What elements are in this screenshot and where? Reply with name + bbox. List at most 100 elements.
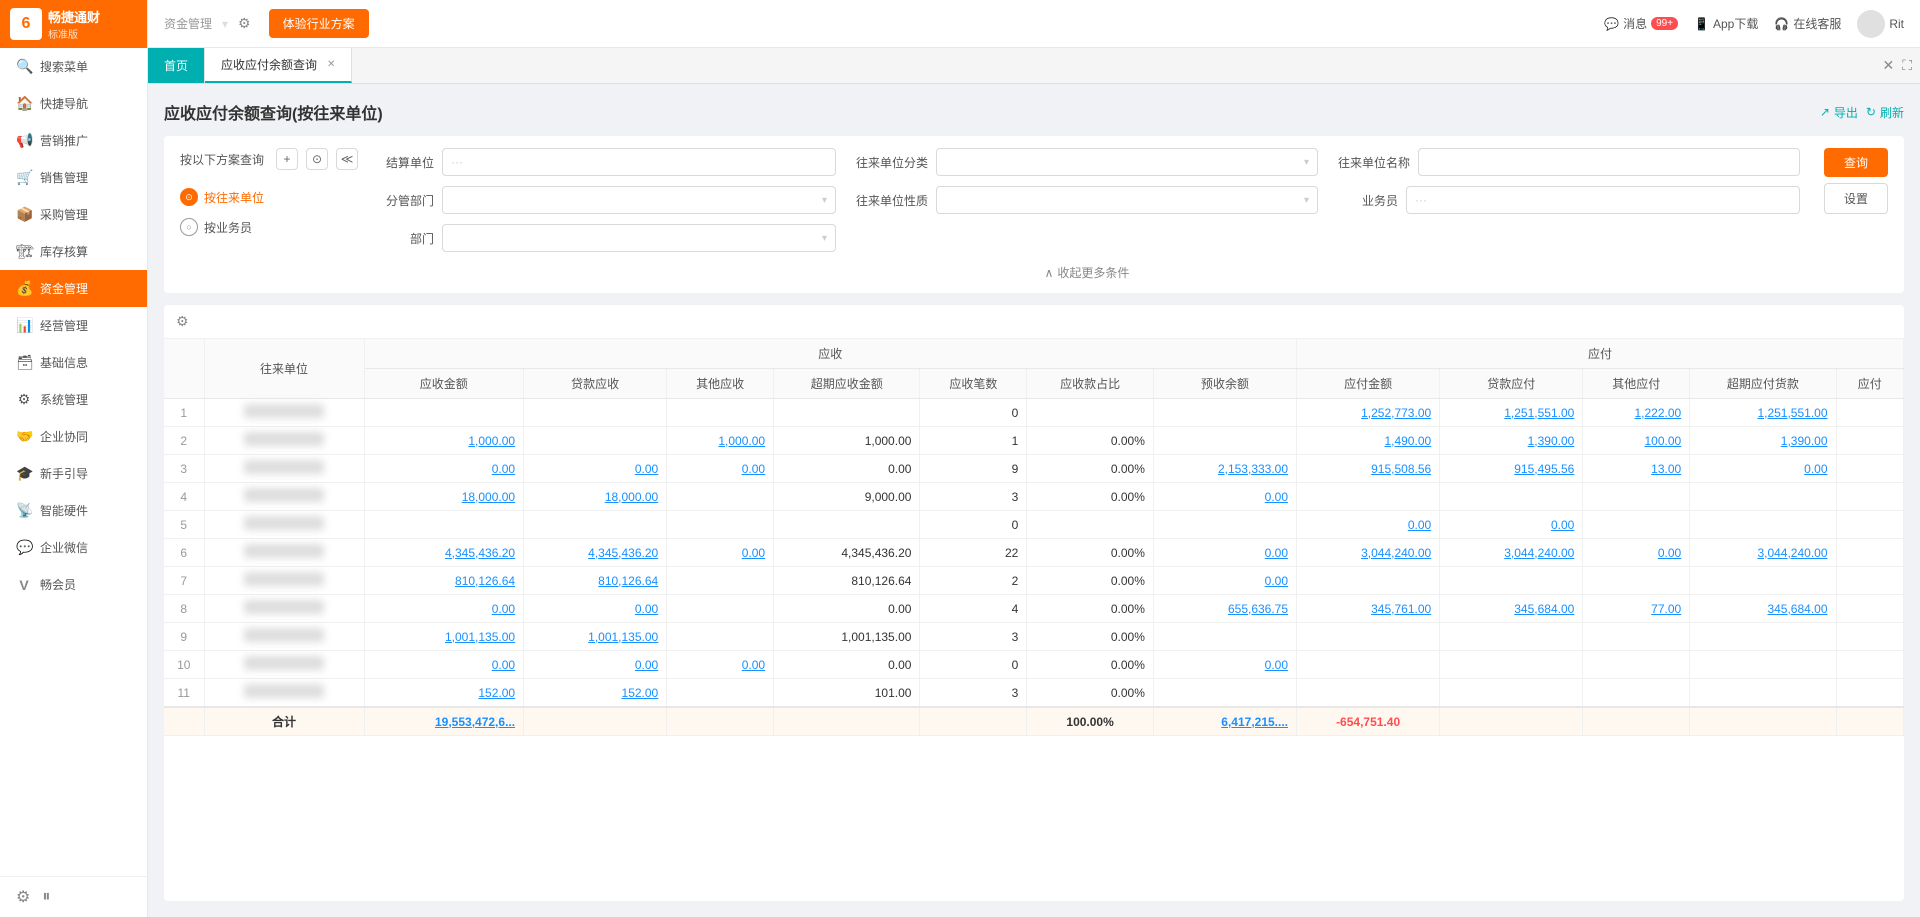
cell-ar[interactable]: 810,126.64 — [524, 567, 667, 595]
view-by-company-option[interactable]: ⊙ 按往来单位 — [180, 184, 358, 210]
cell-ap[interactable]: 915,508.56 — [1297, 455, 1440, 483]
export-button[interactable]: ↗ 导出 — [1820, 104, 1858, 121]
cell-ap[interactable]: 1,490.00 — [1297, 427, 1440, 455]
cell-ar[interactable]: 1,000.00 — [667, 427, 774, 455]
cell-ap[interactable]: 345,761.00 — [1297, 595, 1440, 623]
sidebar-item-guide[interactable]: 🎓 新手引导 — [0, 455, 147, 492]
sidebar-item-system[interactable]: ⚙ 系统管理 — [0, 381, 147, 418]
cell-ar[interactable]: 0.00 — [364, 595, 524, 623]
cell-ar[interactable]: 18,000.00 — [364, 483, 524, 511]
settlement-unit-input[interactable]: ··· — [442, 148, 836, 176]
settings-footer-icon[interactable]: ⚙ — [16, 887, 30, 907]
cell-ar[interactable]: 152.00 — [524, 679, 667, 708]
footer-ar-amount[interactable]: 19,553,472,6... — [364, 707, 524, 736]
cell-ap[interactable]: 0.00 — [1440, 511, 1583, 539]
cell-ar[interactable]: 0.00 — [524, 651, 667, 679]
cell-ap[interactable]: 1,390.00 — [1690, 427, 1836, 455]
cell-ap[interactable]: 345,684.00 — [1440, 595, 1583, 623]
sidebar-item-operations[interactable]: 📊 经营管理 — [0, 307, 147, 344]
cell-ap[interactable]: 345,684.00 — [1690, 595, 1836, 623]
sidebar-item-wechat[interactable]: 💬 企业微信 — [0, 529, 147, 566]
sidebar-item-marketing[interactable]: 📢 营销推广 — [0, 122, 147, 159]
tab-maximize-icon[interactable]: ⛶ — [1902, 57, 1912, 74]
cell-ar[interactable]: 0.00 — [524, 455, 667, 483]
salesperson-input[interactable]: ··· — [1406, 186, 1800, 214]
cell-ar[interactable]: 0.00 — [1153, 567, 1296, 595]
cell-ar[interactable]: 0.00 — [1153, 483, 1296, 511]
hardware-icon: 📡 — [16, 502, 32, 519]
cell-ar[interactable]: 0.00 — [667, 651, 774, 679]
cell-ar[interactable]: 1,001,135.00 — [364, 623, 524, 651]
sidebar-item-search[interactable]: 🔍 搜索菜单 — [0, 48, 147, 85]
company-nature-input[interactable]: ▾ — [936, 186, 1318, 214]
tab-close-window-icon[interactable]: ✕ — [1882, 57, 1894, 74]
cell-ar[interactable]: 0.00 — [364, 651, 524, 679]
cell-ap[interactable]: 1,222.00 — [1583, 399, 1690, 427]
cell-ap[interactable]: 0.00 — [1690, 455, 1836, 483]
cell-ar[interactable]: 810,126.64 — [364, 567, 524, 595]
query-button[interactable]: 查询 — [1824, 148, 1888, 177]
cell-ap[interactable]: 3,044,240.00 — [1297, 539, 1440, 567]
add-filter-button[interactable]: + — [276, 148, 298, 170]
cell-ap[interactable]: 0.00 — [1297, 511, 1440, 539]
sidebar-item-quicknav[interactable]: 🏠 快捷导航 — [0, 85, 147, 122]
cell-ar[interactable]: 18,000.00 — [524, 483, 667, 511]
tab-home[interactable]: 首页 — [148, 48, 205, 83]
topbar-gear-icon[interactable]: ⚙ — [238, 15, 251, 32]
collapse-more-btn[interactable]: ∧ 收起更多条件 — [1045, 264, 1130, 281]
filter-collapse-button[interactable]: ≪ — [336, 148, 358, 170]
cell-ap[interactable]: 77.00 — [1583, 595, 1690, 623]
company-category-input[interactable]: ▾ — [936, 148, 1318, 176]
sidebar-item-finance[interactable]: 💰 资金管理 — [0, 270, 147, 307]
cell-ap[interactable]: 3,044,240.00 — [1690, 539, 1836, 567]
sidebar-item-inventory[interactable]: 🏗 库存核算 — [0, 233, 147, 270]
sidebar-item-sales[interactable]: 🛒 销售管理 — [0, 159, 147, 196]
cell-ap[interactable]: 100.00 — [1583, 427, 1690, 455]
table-scroll-wrapper[interactable]: 往来单位 应收 应付 应收金额 贷款应收 其他应收 超期应收金额 应收笔数 应收… — [164, 339, 1904, 901]
view-by-staff-option[interactable]: ○ 按业务员 — [180, 214, 358, 240]
subdept-input[interactable]: ▾ — [442, 224, 836, 252]
solution-button[interactable]: 体验行业方案 — [269, 9, 369, 38]
cell-ar[interactable]: 0.00 — [1153, 651, 1296, 679]
cell-ar[interactable]: 1,001,135.00 — [524, 623, 667, 651]
cell-ar[interactable]: 655,636.75 — [1153, 595, 1296, 623]
cell-ar[interactable]: 1,000.00 — [364, 427, 524, 455]
collapse-btn-label: 收起更多条件 — [1057, 264, 1129, 281]
cell-ar[interactable]: 0.00 — [524, 595, 667, 623]
cell-ar[interactable]: 0.00 — [667, 455, 774, 483]
refresh-button[interactable]: ↻ 刷新 — [1866, 104, 1904, 121]
cell-ap[interactable]: 1,251,551.00 — [1440, 399, 1583, 427]
cell-ap[interactable]: 1,390.00 — [1440, 427, 1583, 455]
sidebar-item-hardware[interactable]: 📡 智能硬件 — [0, 492, 147, 529]
online-service-button[interactable]: 🎧 在线客服 — [1774, 15, 1841, 32]
cell-ar[interactable]: 2,153,333.00 — [1153, 455, 1296, 483]
cell-ar[interactable]: 4,345,436.20 — [364, 539, 524, 567]
cell-ar[interactable]: 4,345,436.20 — [524, 539, 667, 567]
cell-ap[interactable]: 915,495.56 — [1440, 455, 1583, 483]
cell-ar[interactable]: 0.00 — [667, 539, 774, 567]
collapse-footer-icon[interactable]: ⏸ — [42, 888, 50, 906]
sidebar-item-basic[interactable]: 🗃 基础信息 — [0, 344, 147, 381]
messages-button[interactable]: 💬 消息 99+ — [1604, 15, 1678, 32]
company-name-input[interactable] — [1418, 148, 1800, 176]
app-download-button[interactable]: 📱 App下载 — [1694, 15, 1758, 32]
dept-input[interactable]: ▾ — [442, 186, 836, 214]
tab-close-icon[interactable]: ✕ — [327, 59, 335, 70]
tab-ar-query[interactable]: 应收应付余额查询 ✕ — [205, 48, 352, 83]
sidebar-item-member[interactable]: V 畅会员 — [0, 566, 147, 603]
cell-ar[interactable]: 0.00 — [1153, 539, 1296, 567]
cell-ar[interactable]: 0.00 — [364, 455, 524, 483]
filter-settings-button[interactable]: ⊙ — [306, 148, 328, 170]
footer-ar-advance[interactable]: 6,417,215.... — [1153, 707, 1296, 736]
cell-ap[interactable]: 1,251,551.00 — [1690, 399, 1836, 427]
cell-ap[interactable]: 13.00 — [1583, 455, 1690, 483]
cell-ar[interactable]: 152.00 — [364, 679, 524, 708]
table-settings-icon[interactable]: ⚙ — [176, 313, 189, 330]
sidebar-item-purchase[interactable]: 📦 采购管理 — [0, 196, 147, 233]
settings-button[interactable]: 设置 — [1824, 183, 1888, 214]
user-menu[interactable]: Rit — [1857, 10, 1904, 38]
cell-ap[interactable]: 0.00 — [1583, 539, 1690, 567]
cell-ap[interactable]: 1,252,773.00 — [1297, 399, 1440, 427]
cell-ap[interactable]: 3,044,240.00 — [1440, 539, 1583, 567]
sidebar-item-enterprise[interactable]: 🤝 企业协同 — [0, 418, 147, 455]
